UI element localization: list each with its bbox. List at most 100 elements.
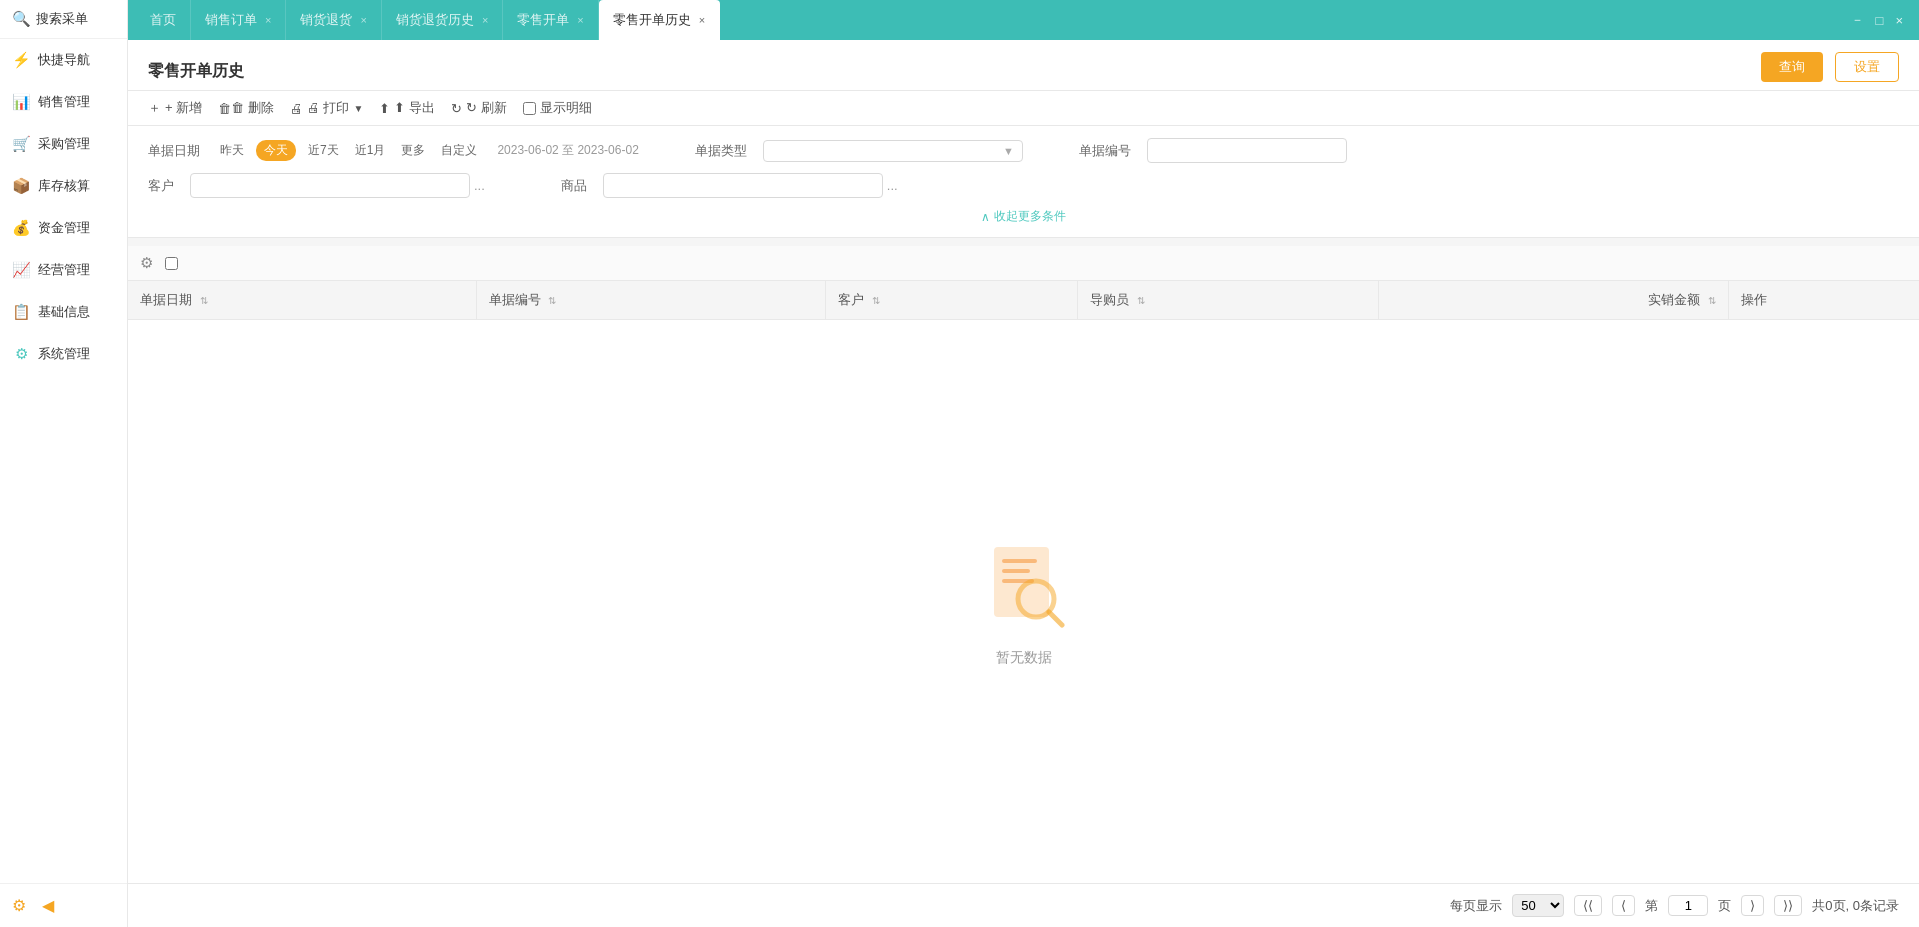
- tab-sales-return-history-close[interactable]: ×: [482, 14, 488, 26]
- tab-retail-open-label: 零售开单: [517, 11, 569, 29]
- delete-icon: 🗑: [218, 101, 231, 116]
- order-type-select[interactable]: ▼: [763, 140, 1023, 162]
- sidebar-item-operations[interactable]: 📈 经营管理: [0, 249, 127, 291]
- tab-bar-right: － □ ×: [1851, 11, 1911, 29]
- sidebar-item-quick-nav[interactable]: ⚡ 快捷导航: [0, 39, 127, 81]
- customer-field: ...: [190, 173, 485, 198]
- window-maximize[interactable]: □: [1876, 13, 1884, 28]
- svg-line-6: [1049, 612, 1062, 625]
- page-next-btn[interactable]: ⟩: [1741, 895, 1764, 916]
- tab-retail-open-close[interactable]: ×: [577, 14, 583, 26]
- col-salesperson-label: 导购员: [1090, 292, 1129, 307]
- date-btn-custom[interactable]: 自定义: [437, 140, 481, 161]
- export-button[interactable]: ⬆ ⬆ 导出: [379, 99, 435, 117]
- svg-rect-2: [1002, 569, 1030, 573]
- page-suffix: 页: [1718, 897, 1731, 915]
- collapse-up-icon: ∧: [981, 210, 990, 224]
- date-btn-more[interactable]: 更多: [397, 140, 429, 161]
- date-btn-7days[interactable]: 近7天: [304, 140, 343, 161]
- goods-input[interactable]: [603, 173, 883, 198]
- add-button[interactable]: ＋ + 新增: [148, 99, 202, 117]
- tab-sales-return-history-label: 销货退货历史: [396, 11, 474, 29]
- tab-retail-open[interactable]: 零售开单 ×: [503, 0, 598, 40]
- col-date-sort: ⇅: [200, 295, 208, 306]
- col-action: 操作: [1728, 281, 1919, 320]
- sidebar-item-finance[interactable]: 💰 资金管理: [0, 207, 127, 249]
- delete-button[interactable]: 🗑 🗑 删除: [218, 99, 274, 117]
- tab-retail-open-history[interactable]: 零售开单历史 ×: [599, 0, 720, 40]
- finance-icon: 💰: [12, 219, 30, 237]
- customer-input[interactable]: [190, 173, 470, 198]
- date-btn-1month[interactable]: 近1月: [351, 140, 390, 161]
- print-button[interactable]: 🖨 🖨 打印 ▼: [290, 99, 364, 117]
- order-type-dropdown-icon: ▼: [1003, 145, 1014, 157]
- tab-bar-left: 首页 销售订单 × 销货退货 × 销货退货历史 × 零售开单 × 零售开单历史 …: [136, 0, 720, 40]
- col-salesperson-sort: ⇅: [1137, 295, 1145, 306]
- print-icon: 🖨: [290, 101, 303, 116]
- table-settings-icon[interactable]: ⚙: [140, 254, 153, 272]
- page-last-btn[interactable]: ⟩⟩: [1774, 895, 1802, 916]
- window-minimize[interactable]: －: [1851, 11, 1864, 29]
- sidebar-item-label: 基础信息: [38, 303, 90, 321]
- sidebar-item-sales-mgmt[interactable]: 📊 销售管理: [0, 81, 127, 123]
- col-date[interactable]: 单据日期 ⇅: [128, 281, 476, 320]
- page-first-btn[interactable]: ⟨⟨: [1574, 895, 1602, 916]
- sidebar-search[interactable]: 🔍 搜索采单: [0, 0, 127, 39]
- tab-sales-return-history[interactable]: 销货退货历史 ×: [382, 0, 503, 40]
- tab-bar: 首页 销售订单 × 销货退货 × 销货退货历史 × 零售开单 × 零售开单历史 …: [128, 0, 1919, 40]
- page-title: 零售开单历史: [148, 61, 244, 82]
- sidebar-item-label: 采购管理: [38, 135, 90, 153]
- settings-bottom-icon[interactable]: ⚙: [12, 896, 26, 915]
- tab-home-label: 首页: [150, 11, 176, 29]
- col-customer-sort: ⇅: [872, 295, 880, 306]
- filter-row-2: 客户 ... 商品 ...: [148, 173, 1899, 198]
- table-header-row: 单据日期 ⇅ 单据编号 ⇅ 客户 ⇅ 导购员 ⇅: [128, 281, 1919, 320]
- col-salesperson[interactable]: 导购员 ⇅: [1078, 281, 1379, 320]
- col-amount[interactable]: 实销金额 ⇅: [1378, 281, 1728, 320]
- col-action-label: 操作: [1741, 292, 1767, 307]
- sidebar-item-label: 库存核算: [38, 177, 90, 195]
- show-detail-input[interactable]: [523, 102, 536, 115]
- goods-label: 商品: [561, 177, 587, 195]
- tab-sales-order[interactable]: 销售订单 ×: [191, 0, 286, 40]
- select-all-checkbox[interactable]: [165, 257, 178, 270]
- svg-rect-1: [1002, 559, 1037, 563]
- collapse-sidebar-icon[interactable]: ◀: [42, 896, 54, 915]
- date-options: 昨天 今天 近7天 近1月 更多 自定义: [216, 140, 481, 161]
- filter-area: 单据日期 昨天 今天 近7天 近1月 更多 自定义 2023-06-02 至 2…: [128, 126, 1919, 238]
- tab-retail-open-history-close[interactable]: ×: [699, 14, 705, 26]
- tab-sales-return[interactable]: 销货退货 ×: [286, 0, 381, 40]
- settings-button[interactable]: 设置: [1835, 52, 1899, 82]
- col-customer[interactable]: 客户 ⇅: [826, 281, 1078, 320]
- order-no-input[interactable]: [1147, 138, 1347, 163]
- tab-sales-order-close[interactable]: ×: [265, 14, 271, 26]
- sidebar: 🔍 搜索采单 ⚡ 快捷导航 📊 销售管理 🛒 采购管理 📦 库存核算 💰 资金管…: [0, 0, 128, 927]
- tab-sales-return-close[interactable]: ×: [360, 14, 366, 26]
- sidebar-item-purchase-mgmt[interactable]: 🛒 采购管理: [0, 123, 127, 165]
- sidebar-search-label: 搜索采单: [36, 10, 88, 28]
- show-detail-checkbox[interactable]: 显示明细: [523, 99, 592, 117]
- goods-field: ...: [603, 173, 898, 198]
- empty-text: 暂无数据: [996, 649, 1052, 667]
- sidebar-item-basic-info[interactable]: 📋 基础信息: [0, 291, 127, 333]
- date-btn-today[interactable]: 今天: [256, 140, 296, 161]
- order-no-label: 单据编号: [1079, 142, 1131, 160]
- svg-point-5: [1024, 587, 1048, 611]
- page-prev-btn[interactable]: ⟨: [1612, 895, 1635, 916]
- date-btn-yesterday[interactable]: 昨天: [216, 140, 248, 161]
- col-no[interactable]: 单据编号 ⇅: [476, 281, 826, 320]
- sidebar-item-system[interactable]: ⚙ 系统管理: [0, 333, 127, 375]
- tab-home[interactable]: 首页: [136, 0, 191, 40]
- col-date-label: 单据日期: [140, 292, 192, 307]
- purchase-mgmt-icon: 🛒: [12, 135, 30, 153]
- refresh-button[interactable]: ↻ ↻ 刷新: [451, 99, 507, 117]
- sidebar-item-inventory[interactable]: 📦 库存核算: [0, 165, 127, 207]
- goods-dots[interactable]: ...: [887, 178, 898, 193]
- per-page-select[interactable]: 50 10 20 100: [1512, 894, 1564, 917]
- page-input[interactable]: [1668, 895, 1708, 916]
- query-button[interactable]: 查询: [1761, 52, 1823, 82]
- quick-nav-icon: ⚡: [12, 51, 30, 69]
- customer-dots[interactable]: ...: [474, 178, 485, 193]
- window-close[interactable]: ×: [1895, 13, 1903, 28]
- collapse-bar[interactable]: ∧ 收起更多条件: [148, 208, 1899, 225]
